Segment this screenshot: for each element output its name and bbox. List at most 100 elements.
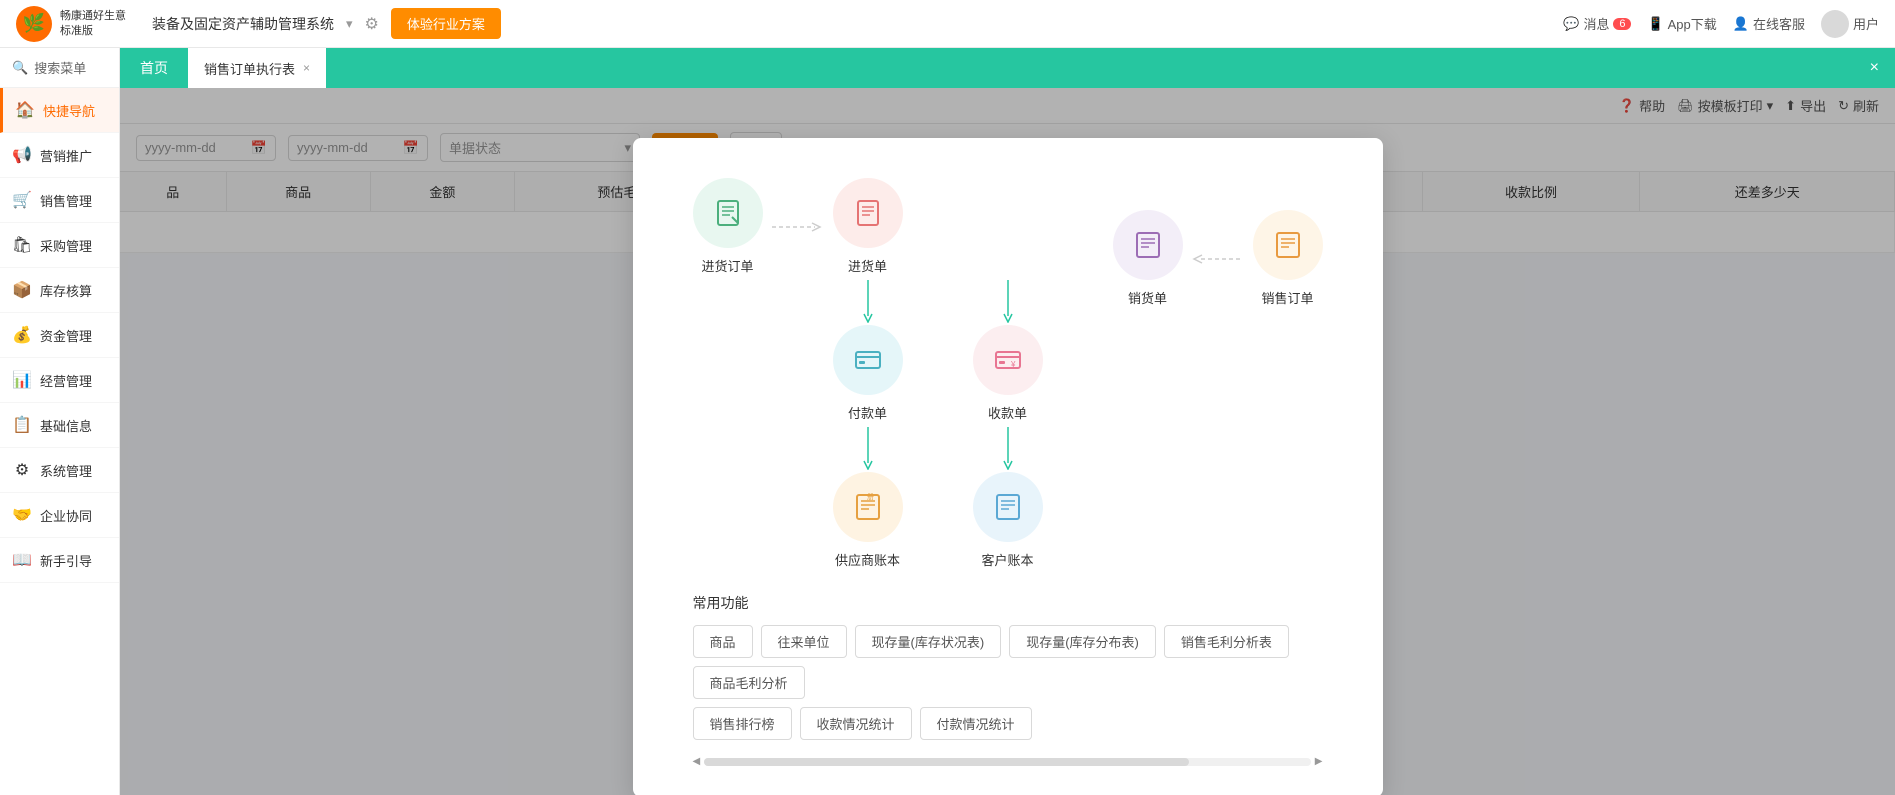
sales-bill-icon	[1113, 210, 1183, 280]
func-btn-counterparty[interactable]: 往来单位	[761, 625, 847, 658]
marketing-icon: 📢	[12, 145, 32, 165]
flow-modal: 进货订单 进货单	[633, 138, 1383, 795]
svg-text:¥: ¥	[1010, 360, 1016, 369]
func-btn-receipt-stat[interactable]: 收款情况统计	[800, 707, 912, 740]
sales-icon: 🛒	[12, 190, 32, 210]
flow-node-purchase-bill[interactable]: 进货单	[833, 178, 903, 275]
logo-area: 🌿 畅康通好生意 标准版	[16, 6, 136, 42]
flow-node-supplier[interactable]: 册 供应商账本	[833, 472, 903, 569]
inventory-icon: 📦	[12, 280, 32, 300]
arrow-down-bill	[860, 275, 876, 325]
finance-icon: 💰	[12, 325, 32, 345]
scroll-right-icon[interactable]: ▶	[1315, 756, 1323, 767]
guide-icon: 📖	[12, 550, 32, 570]
func-btn-stock-dist[interactable]: 现存量(库存分布表)	[1009, 625, 1156, 658]
sales-order-icon	[1253, 210, 1323, 280]
function-btns-row2: 销售排行榜 收款情况统计 付款情况统计	[693, 707, 1323, 740]
flow-node-customer[interactable]: 客户账本	[973, 472, 1043, 569]
flow-node-payment[interactable]: 付款单	[833, 325, 903, 422]
common-functions: 常用功能 商品 往来单位 现存量(库存状况表) 现存量(库存分布表) 销售毛利分…	[693, 593, 1323, 740]
flow-node-sales-order[interactable]: 销售订单	[1253, 210, 1323, 307]
arrow-down-payment	[860, 422, 876, 472]
sales-bill-label: 销货单	[1128, 288, 1167, 307]
basic-icon: 📋	[12, 415, 32, 435]
flow-node-sales-bill[interactable]: 销货单	[1113, 210, 1183, 307]
trial-button[interactable]: 体验行业方案	[391, 8, 501, 39]
receipt-label: 收款单	[988, 403, 1027, 422]
func-btn-stock-status[interactable]: 现存量(库存状况表)	[855, 625, 1002, 658]
logo-icon: 🌿	[16, 6, 52, 42]
sidebar-item-purchase[interactable]: 🛍 采购管理	[0, 223, 119, 268]
operation-icon: 📊	[12, 370, 32, 390]
sidebar-item-marketing[interactable]: 📢 营销推广	[0, 133, 119, 178]
header-middle: 装备及固定资产辅助管理系统 ▾ ⚙ 体验行业方案	[136, 8, 1563, 39]
purchase-icon: 🛍	[12, 235, 32, 255]
func-btn-sales-rank[interactable]: 销售排行榜	[693, 707, 792, 740]
logo-text: 畅康通好生意 标准版	[60, 9, 126, 38]
tab-home[interactable]: 首页	[120, 48, 188, 88]
supplier-icon: 册	[833, 472, 903, 542]
sidebar-item-finance[interactable]: 💰 资金管理	[0, 313, 119, 358]
page-content: ❓ 帮助 🖨 按模板打印 ▾ ⬆ 导出 ↻ 刷新	[120, 88, 1895, 795]
download-icon: 📱	[1647, 16, 1663, 32]
sidebar-item-inventory[interactable]: 📦 库存核算	[0, 268, 119, 313]
payment-icon	[833, 325, 903, 395]
supplier-label: 供应商账本	[835, 550, 900, 569]
arrow-purchase-to-bill	[768, 219, 828, 235]
home-icon: 🏠	[15, 100, 35, 120]
avatar-icon	[1821, 10, 1849, 38]
purchase-bill-label: 进货单	[848, 256, 887, 275]
sidebar-item-guide[interactable]: 📖 新手引导	[0, 538, 119, 583]
system-title: 装备及固定资产辅助管理系统	[152, 14, 334, 34]
service-icon: 👤	[1733, 16, 1749, 32]
arrow-down-receipt	[1000, 422, 1016, 472]
scroll-track[interactable]	[704, 758, 1311, 766]
payment-label: 付款单	[848, 403, 887, 422]
online-service-button[interactable]: 👤 在线客服	[1733, 14, 1805, 33]
sidebar: 🔍 搜索菜单 🏠 快捷导航 📢 营销推广 🛒 销售管理 🛍 采购管理 📦	[0, 48, 120, 795]
sidebar-item-basic[interactable]: 📋 基础信息	[0, 403, 119, 448]
scroll-thumb[interactable]	[704, 758, 1189, 766]
dropdown-arrow[interactable]: ▾	[346, 16, 353, 32]
sidebar-item-enterprise[interactable]: 🤝 企业协同	[0, 493, 119, 538]
customer-icon	[973, 472, 1043, 542]
customer-label: 客户账本	[981, 550, 1033, 569]
message-icon: 💬	[1563, 16, 1579, 32]
modal-scrollbar[interactable]: ◀ ▶	[693, 756, 1323, 767]
message-button[interactable]: 💬 消息 6	[1563, 14, 1631, 33]
tab-sales-order[interactable]: 销售订单执行表 ×	[188, 48, 326, 88]
purchase-order-icon	[693, 178, 763, 248]
content-area: 首页 销售订单执行表 × × ❓ 帮助 🖨 按	[120, 48, 1895, 795]
flow-node-receipt[interactable]: ¥ 收款单	[973, 325, 1043, 422]
common-title: 常用功能	[693, 593, 1323, 613]
tab-bar: 首页 销售订单执行表 × ×	[120, 48, 1895, 88]
header-right: 💬 消息 6 📱 App下载 👤 在线客服 用户	[1563, 10, 1879, 38]
purchase-order-label: 进货订单	[701, 256, 753, 275]
system-icon: ⚙	[12, 460, 32, 480]
sidebar-item-system[interactable]: ⚙ 系统管理	[0, 448, 119, 493]
tab-close-icon[interactable]: ×	[303, 61, 310, 75]
func-btn-sales-gross[interactable]: 销售毛利分析表	[1164, 625, 1289, 658]
sidebar-item-sales[interactable]: 🛒 销售管理	[0, 178, 119, 223]
sidebar-item-operation[interactable]: 📊 经营管理	[0, 358, 119, 403]
svg-text:册: 册	[867, 493, 874, 501]
func-btn-payment-stat[interactable]: 付款情况统计	[920, 707, 1032, 740]
user-avatar[interactable]: 用户	[1821, 10, 1879, 38]
message-badge: 6	[1613, 18, 1631, 30]
window-close-icon[interactable]: ×	[1870, 59, 1879, 77]
enterprise-icon: 🤝	[12, 505, 32, 525]
purchase-bill-icon	[833, 178, 903, 248]
search-menu[interactable]: 🔍 搜索菜单	[0, 48, 119, 88]
sales-order-label: 销售订单	[1261, 288, 1313, 307]
function-btns-row1: 商品 往来单位 现存量(库存状况表) 现存量(库存分布表) 销售毛利分析表 商品…	[693, 625, 1323, 699]
flow-node-purchase-order[interactable]: 进货订单	[693, 178, 763, 275]
func-btn-product-gross[interactable]: 商品毛利分析	[693, 666, 805, 699]
sidebar-item-quick-nav[interactable]: 🏠 快捷导航	[0, 88, 119, 133]
app-download-button[interactable]: 📱 App下载	[1647, 14, 1716, 33]
arrow-down-sales-order	[1000, 275, 1016, 325]
arrow-sales-order-to-bill	[1188, 251, 1248, 267]
receipt-icon: ¥	[973, 325, 1043, 395]
settings-icon[interactable]: ⚙	[365, 14, 379, 34]
scroll-left-icon[interactable]: ◀	[693, 756, 701, 767]
func-btn-product[interactable]: 商品	[693, 625, 753, 658]
